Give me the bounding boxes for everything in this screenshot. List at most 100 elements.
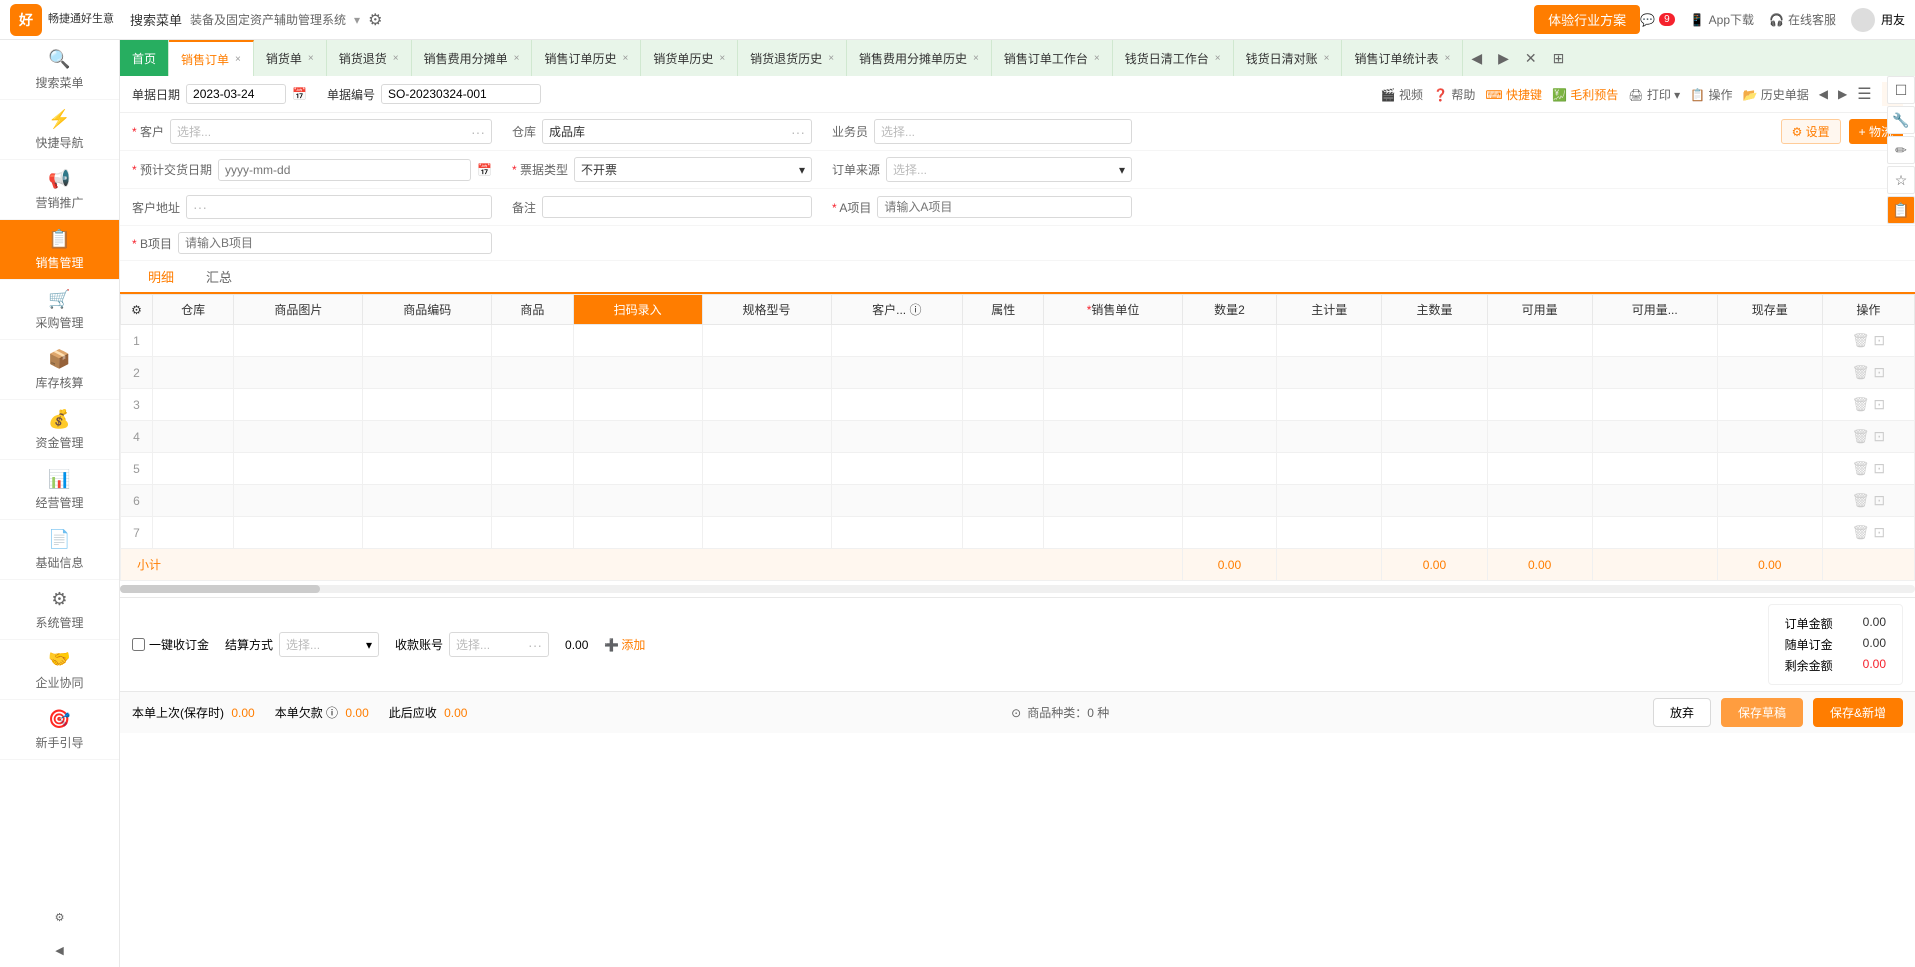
tab-close-icon[interactable]: × xyxy=(235,54,241,65)
user-avatar[interactable]: 用友 xyxy=(1851,8,1905,32)
row-action-5[interactable]: 🗑 ⊡ xyxy=(1822,453,1914,485)
row-product-1[interactable] xyxy=(492,325,573,357)
row-warehouse-6[interactable] xyxy=(153,485,234,517)
row-qty2-1[interactable] xyxy=(1182,325,1277,357)
tab-order-history[interactable]: 销售订单历史 × xyxy=(532,40,641,76)
row-qty2-5[interactable] xyxy=(1182,453,1277,485)
row-avail2-1[interactable] xyxy=(1592,325,1717,357)
payment-select[interactable]: 选择... ▾ xyxy=(279,632,379,657)
message-btn[interactable]: 💬 9 xyxy=(1640,13,1675,27)
row-spec-3[interactable] xyxy=(702,389,831,421)
row-cust-code-5[interactable] xyxy=(831,453,963,485)
row-stock-5[interactable] xyxy=(1717,453,1822,485)
save-new-btn[interactable]: 保存&新增 xyxy=(1813,698,1903,727)
row-avail2-2[interactable] xyxy=(1592,357,1717,389)
row-action-1[interactable]: 🗑 ⊡ xyxy=(1822,325,1914,357)
tab-prev-btn[interactable]: ◀ xyxy=(1463,50,1490,67)
row-stock-6[interactable] xyxy=(1717,485,1822,517)
number-input[interactable] xyxy=(381,84,541,104)
row-cust-code-1[interactable] xyxy=(831,325,963,357)
row-stock-2[interactable] xyxy=(1717,357,1822,389)
th-scan[interactable]: 扫码录入 xyxy=(573,295,702,325)
row-main-qty-1[interactable] xyxy=(1382,325,1487,357)
tab-close-icon8[interactable]: × xyxy=(973,53,979,64)
nav-prev-icon[interactable]: ◀ xyxy=(1819,87,1828,101)
row-scan-6[interactable] xyxy=(573,485,702,517)
row-warehouse-2[interactable] xyxy=(153,357,234,389)
row-main-unit-4[interactable] xyxy=(1277,421,1382,453)
add-item-bottom-btn[interactable]: ➕ 添加 xyxy=(604,636,645,653)
row-scan-5[interactable] xyxy=(573,453,702,485)
right-panel-btn-3[interactable]: ✏ xyxy=(1887,136,1915,164)
settings-btn[interactable]: ⚙ 设置 xyxy=(1781,119,1841,144)
row-cust-code-2[interactable] xyxy=(831,357,963,389)
profit-link[interactable]: 💹 毛利预告 xyxy=(1552,86,1618,103)
sidebar-item-nav[interactable]: ⚡ 快捷导航 xyxy=(0,100,119,160)
tab-stats[interactable]: 销售订单统计表 × xyxy=(1342,40,1463,76)
row-attr-2[interactable] xyxy=(963,357,1044,389)
video-link[interactable]: 🎬 视频 xyxy=(1381,86,1423,103)
save-draft-btn[interactable]: 保存草稿 xyxy=(1721,698,1803,727)
row-avail2-7[interactable] xyxy=(1592,517,1717,549)
app-download-btn[interactable]: 📱 App下载 xyxy=(1690,11,1754,28)
row-avail-7[interactable] xyxy=(1487,517,1592,549)
tab-close-icon7[interactable]: × xyxy=(828,53,834,64)
sidebar-item-system[interactable]: ⚙ 系统管理 xyxy=(0,580,119,640)
settings-icon[interactable]: ⚙ xyxy=(368,10,382,30)
tab-grid-btn[interactable]: ⊞ xyxy=(1545,50,1573,67)
row-scan-7[interactable] xyxy=(573,517,702,549)
row-warehouse-3[interactable] xyxy=(153,389,234,421)
row-image-7[interactable] xyxy=(234,517,363,549)
row-main-qty-7[interactable] xyxy=(1382,517,1487,549)
row-code-7[interactable] xyxy=(363,517,492,549)
row-attr-4[interactable] xyxy=(963,421,1044,453)
row-scan-1[interactable] xyxy=(573,325,702,357)
row-attr-7[interactable] xyxy=(963,517,1044,549)
remark-input[interactable] xyxy=(542,196,812,218)
row-main-qty-4[interactable] xyxy=(1382,421,1487,453)
collect-checkbox-input[interactable] xyxy=(132,638,145,651)
row-qty2-3[interactable] xyxy=(1182,389,1277,421)
row-action-7[interactable]: 🗑 ⊡ xyxy=(1822,517,1914,549)
sidebar-item-basic[interactable]: 📄 基础信息 xyxy=(0,520,119,580)
row-unit-1[interactable] xyxy=(1044,325,1182,357)
row-stock-3[interactable] xyxy=(1717,389,1822,421)
sidebar-collapse-btn[interactable]: ◀ xyxy=(0,934,119,967)
sidebar-item-purchase[interactable]: 🛒 采购管理 xyxy=(0,280,119,340)
row-product-7[interactable] xyxy=(492,517,573,549)
tab-expense[interactable]: 销售费用分摊单 × xyxy=(412,40,533,76)
row-product-5[interactable] xyxy=(492,453,573,485)
row-spec-4[interactable] xyxy=(702,421,831,453)
tab-return-history[interactable]: 销货退货历史 × xyxy=(738,40,847,76)
tab-close-icon9[interactable]: × xyxy=(1094,53,1100,64)
right-panel-btn-1[interactable]: ☐ xyxy=(1887,76,1915,104)
sidebar-item-sales[interactable]: 📋 销售管理 xyxy=(0,220,119,280)
action-link[interactable]: 📋 操作 xyxy=(1690,86,1732,103)
staff-select[interactable]: 选择... xyxy=(874,119,1132,144)
row-main-qty-2[interactable] xyxy=(1382,357,1487,389)
row-attr-6[interactable] xyxy=(963,485,1044,517)
row-unit-5[interactable] xyxy=(1044,453,1182,485)
row-action-4[interactable]: 🗑 ⊡ xyxy=(1822,421,1914,453)
row-code-1[interactable] xyxy=(363,325,492,357)
tab-detail[interactable]: 明细 xyxy=(132,261,190,294)
address-dots[interactable]: ··· xyxy=(193,199,207,215)
warehouse-select[interactable]: 成品库 ··· xyxy=(542,119,812,144)
warehouse-dots[interactable]: ··· xyxy=(791,124,805,140)
row-code-6[interactable] xyxy=(363,485,492,517)
calendar-icon[interactable]: 📅 xyxy=(292,87,307,101)
dropdown-icon[interactable]: ▾ xyxy=(354,13,360,27)
row-main-unit-7[interactable] xyxy=(1277,517,1382,549)
tab-daily-workbench[interactable]: 钱货日清工作台 × xyxy=(1113,40,1234,76)
row-code-3[interactable] xyxy=(363,389,492,421)
row-avail-5[interactable] xyxy=(1487,453,1592,485)
row-warehouse-1[interactable] xyxy=(153,325,234,357)
tab-home[interactable]: 首页 xyxy=(120,40,169,76)
invoice-select[interactable]: 不开票 ▾ xyxy=(574,157,812,182)
row-qty2-6[interactable] xyxy=(1182,485,1277,517)
row-image-6[interactable] xyxy=(234,485,363,517)
row-stock-7[interactable] xyxy=(1717,517,1822,549)
sidebar-settings-btn[interactable]: ⚙ xyxy=(0,901,119,934)
row-main-unit-6[interactable] xyxy=(1277,485,1382,517)
tab-close-icon5[interactable]: × xyxy=(622,53,628,64)
